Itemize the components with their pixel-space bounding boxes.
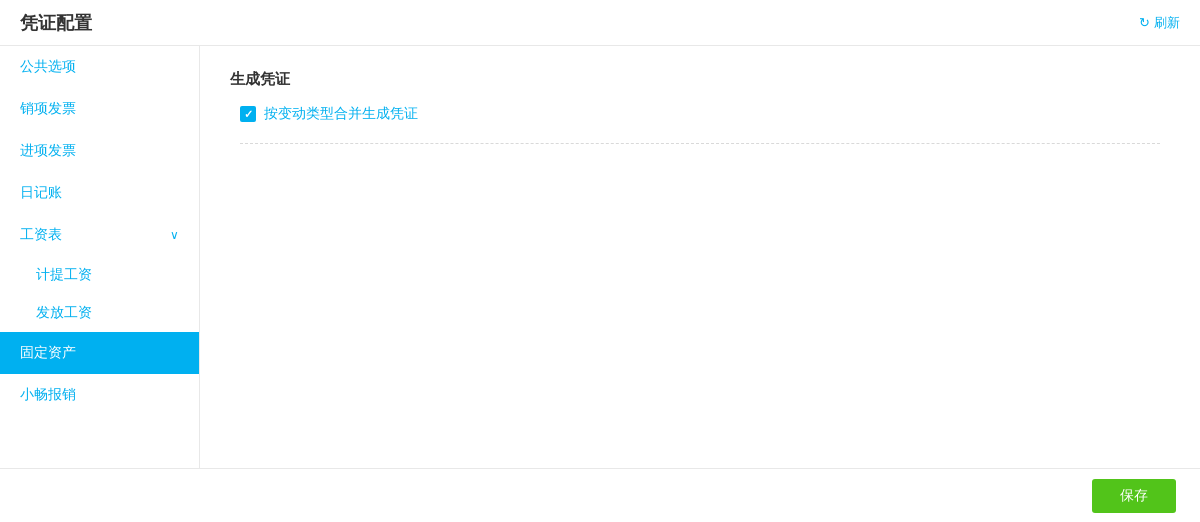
sidebar-item-label: 固定资产 (20, 344, 76, 362)
sidebar-item-sales-invoice[interactable]: 销项发票 (0, 88, 199, 130)
sidebar-item-label: 日记账 (20, 184, 62, 202)
page-wrapper: 凭证配置 ↻ 刷新 公共选项 销项发票 进项发票 日记账 工资表 ∨ (0, 0, 1200, 522)
section-body: ✓ 按变动类型合并生成凭证 (230, 105, 1170, 184)
checkmark-icon: ✓ (244, 108, 253, 121)
main-content: 公共选项 销项发票 进项发票 日记账 工资表 ∨ 计提工资 发放工资 固定资 (0, 46, 1200, 468)
sidebar: 公共选项 销项发票 进项发票 日记账 工资表 ∨ 计提工资 发放工资 固定资 (0, 46, 200, 468)
sidebar-item-label: 进项发票 (20, 142, 76, 160)
refresh-label: 刷新 (1154, 14, 1180, 32)
footer: 保存 (0, 468, 1200, 522)
refresh-icon: ↻ (1139, 15, 1150, 30)
sidebar-item-label: 发放工资 (36, 304, 92, 320)
checkbox-row: ✓ 按变动类型合并生成凭证 (240, 105, 1160, 123)
sidebar-item-payroll-pay[interactable]: 发放工资 (0, 294, 199, 332)
sidebar-item-label: 工资表 (20, 226, 62, 244)
save-button[interactable]: 保存 (1092, 479, 1176, 513)
merge-by-type-checkbox[interactable]: ✓ (240, 106, 256, 122)
page-title: 凭证配置 (20, 11, 92, 35)
sidebar-item-label: 销项发票 (20, 100, 76, 118)
section-title: 生成凭证 (230, 70, 1170, 89)
sidebar-item-label: 公共选项 (20, 58, 76, 76)
sidebar-item-payroll[interactable]: 工资表 ∨ (0, 214, 199, 256)
sidebar-item-public-options[interactable]: 公共选项 (0, 46, 199, 88)
sidebar-item-purchase-invoice[interactable]: 进项发票 (0, 130, 199, 172)
sidebar-item-label: 计提工资 (36, 266, 92, 282)
checkbox-label[interactable]: 按变动类型合并生成凭证 (264, 105, 418, 123)
chevron-down-icon: ∨ (170, 228, 179, 242)
refresh-button[interactable]: ↻ 刷新 (1139, 14, 1180, 32)
sidebar-item-fixed-assets[interactable]: 固定资产 (0, 332, 199, 374)
sidebar-item-label: 小畅报销 (20, 386, 76, 404)
content-panel: 生成凭证 ✓ 按变动类型合并生成凭证 (200, 46, 1200, 468)
section-divider (240, 143, 1160, 144)
sidebar-item-journal[interactable]: 日记账 (0, 172, 199, 214)
sidebar-item-payroll-accrue[interactable]: 计提工资 (0, 256, 199, 294)
header: 凭证配置 ↻ 刷新 (0, 0, 1200, 46)
sidebar-item-expenses[interactable]: 小畅报销 (0, 374, 199, 416)
